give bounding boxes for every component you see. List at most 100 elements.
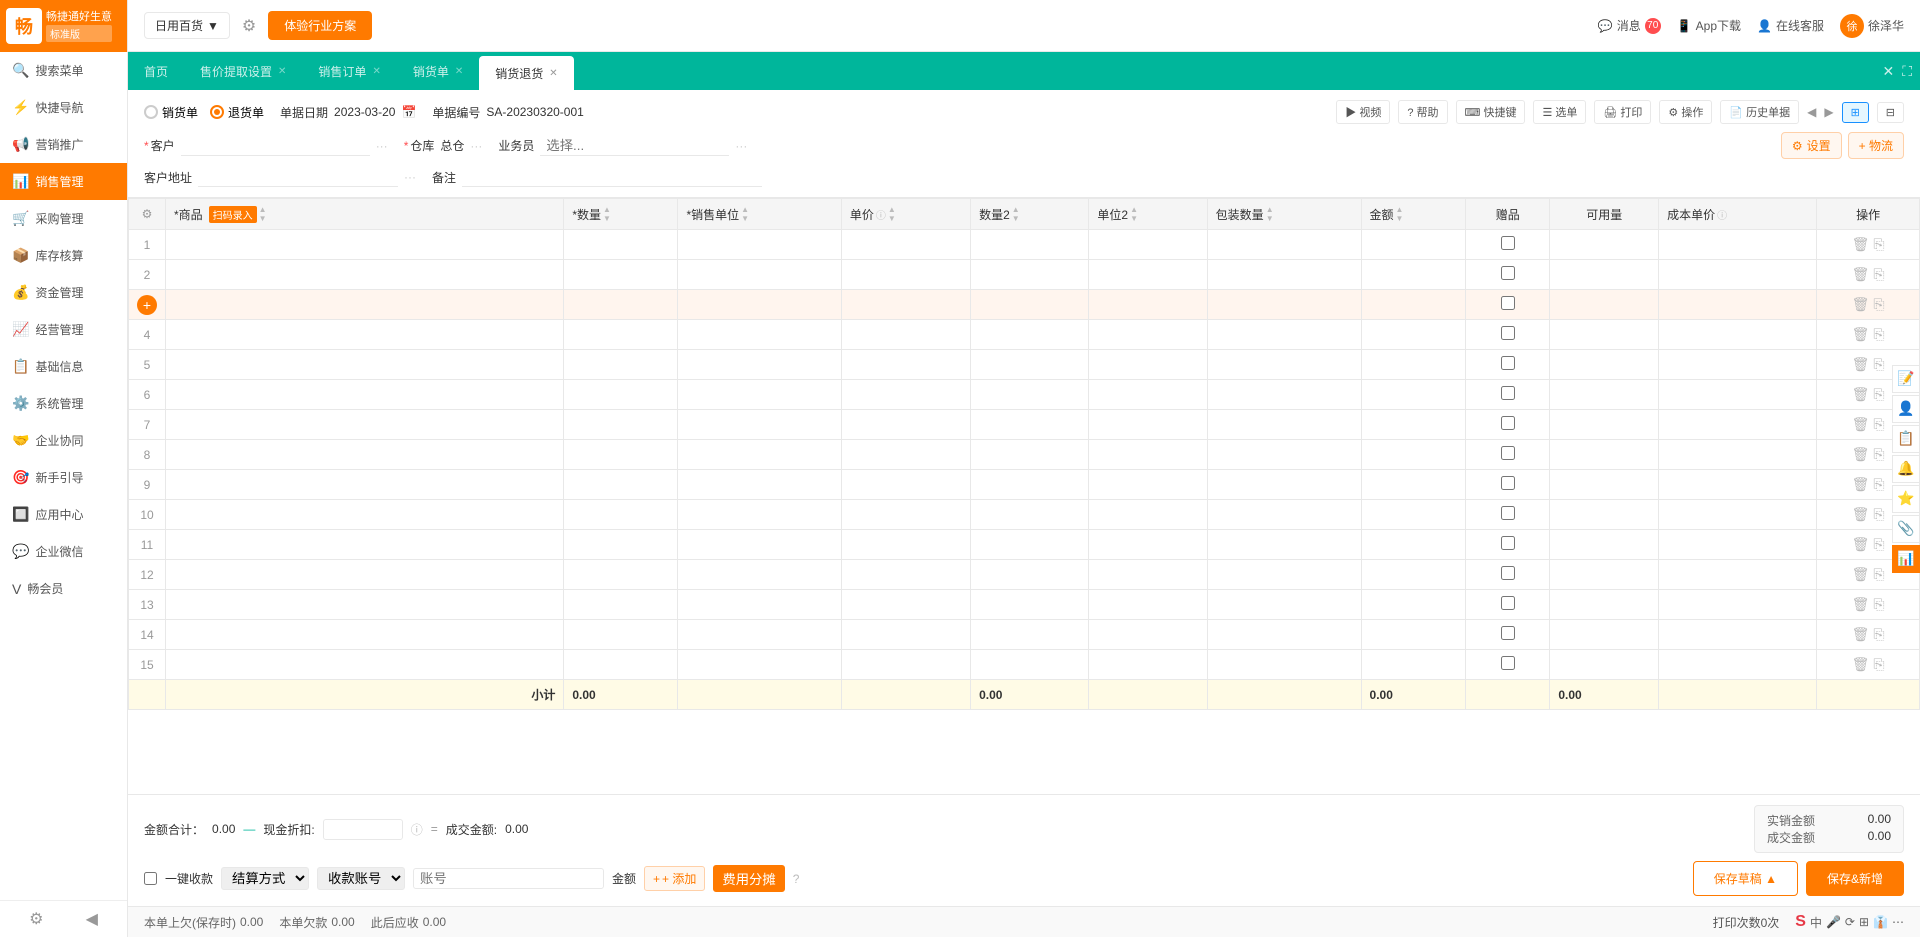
unit2-cell[interactable] <box>1089 230 1207 260</box>
shortcut-btn[interactable]: ⌨ 快捷键 <box>1456 100 1526 124</box>
sidebar-item-apps[interactable]: 🔲 应用中心 <box>0 496 127 533</box>
unit2-cell[interactable] <box>1089 260 1207 290</box>
video-btn[interactable]: ▶ 视频 <box>1336 100 1390 124</box>
gift-checkbox[interactable] <box>1501 596 1515 610</box>
delete-icon[interactable]: 🗑 <box>1852 296 1870 313</box>
gift-checkbox[interactable] <box>1501 296 1515 310</box>
sidebar-item-operation[interactable]: 📈 经营管理 <box>0 311 127 348</box>
delete-icon[interactable]: 🗑 <box>1852 476 1870 493</box>
delete-icon[interactable]: 🗑 <box>1852 236 1870 253</box>
gift-checkbox[interactable] <box>1501 656 1515 670</box>
quantity-cell[interactable] <box>564 290 678 320</box>
copy-icon[interactable]: ⎘ <box>1873 626 1884 643</box>
gift-checkbox[interactable] <box>1501 326 1515 340</box>
message-btn[interactable]: 💬 消息 70 <box>1598 17 1661 34</box>
amount-cell[interactable] <box>1361 260 1466 290</box>
add-row-btn[interactable]: + <box>137 295 157 315</box>
copy-icon[interactable]: ⎘ <box>1873 296 1884 313</box>
settle-select[interactable]: 结算方式 <box>221 867 309 890</box>
sidebar-item-system[interactable]: ⚙️ 系统管理 <box>0 385 127 422</box>
tab-sale-return[interactable]: 销货退货 ✕ <box>479 56 573 90</box>
note-input[interactable] <box>462 167 762 187</box>
footer-icon-3[interactable]: ⟳ <box>1845 915 1855 929</box>
gift-cell[interactable] <box>1466 230 1550 260</box>
qty2-cell[interactable] <box>971 230 1089 260</box>
product-cell[interactable] <box>166 230 564 260</box>
product-cell[interactable] <box>166 260 564 290</box>
tab-sale-price[interactable]: 售价提取设置 ✕ <box>184 52 302 90</box>
float-btn-7-active[interactable]: 📊 <box>1892 545 1920 573</box>
qty2-cell[interactable] <box>971 260 1089 290</box>
settings-bottom-btn[interactable]: ⚙ <box>29 909 43 929</box>
tab-sale-out-close[interactable]: ✕ <box>455 66 463 77</box>
salesperson-select-btn[interactable]: ··· <box>735 139 747 153</box>
save-new-btn[interactable]: 保存&新增 <box>1806 861 1904 896</box>
copy-icon[interactable]: ⎘ <box>1873 596 1884 613</box>
price-cell[interactable] <box>841 260 970 290</box>
sidebar-item-search[interactable]: 🔍 搜索菜单 <box>0 52 127 89</box>
qty2-cell[interactable] <box>971 290 1089 320</box>
pkg-qty-cell[interactable] <box>1207 290 1361 320</box>
industry-select[interactable]: 日用百货 ▼ <box>144 12 230 39</box>
footer-icon-1[interactable]: 中 <box>1810 914 1822 931</box>
gift-checkbox[interactable] <box>1501 386 1515 400</box>
copy-icon[interactable]: ⎘ <box>1873 506 1884 523</box>
copy-icon[interactable]: ⎘ <box>1873 536 1884 553</box>
tab-sale-price-close[interactable]: ✕ <box>278 66 286 77</box>
copy-icon[interactable]: ⎘ <box>1873 656 1884 673</box>
add-btn[interactable]: + + 添加 <box>644 866 705 891</box>
sidebar-item-inventory[interactable]: 📦 库存核算 <box>0 237 127 274</box>
sidebar-item-guide[interactable]: 🎯 新手引导 <box>0 459 127 496</box>
sidebar-item-finance[interactable]: 💰 资金管理 <box>0 274 127 311</box>
fee-split-btn[interactable]: 费用分摊 <box>713 865 784 892</box>
salesperson-input[interactable] <box>540 136 729 156</box>
sidebar-item-purchase[interactable]: 🛒 采购管理 <box>0 200 127 237</box>
unit2-cell[interactable] <box>1089 290 1207 320</box>
sort-arrows-amount[interactable]: ▲▼ <box>1396 205 1404 223</box>
gift-checkbox[interactable] <box>1501 446 1515 460</box>
tab-sale-out[interactable]: 销货单 ✕ <box>397 52 479 90</box>
warehouse-select-btn[interactable]: ··· <box>470 139 482 153</box>
address-select-btn[interactable]: ··· <box>404 170 416 184</box>
calendar-icon[interactable]: 📅 <box>401 105 416 119</box>
sort-arrows-unit2[interactable]: ▲▼ <box>1130 205 1138 223</box>
price-cell[interactable] <box>841 230 970 260</box>
customer-input[interactable] <box>181 136 370 156</box>
sidebar-item-basic[interactable]: 📋 基础信息 <box>0 348 127 385</box>
gift-checkbox[interactable] <box>1501 626 1515 640</box>
gift-checkbox[interactable] <box>1501 266 1515 280</box>
sort-arrows-pkg[interactable]: ▲▼ <box>1266 205 1274 223</box>
operate-btn[interactable]: ⚙ 操作 <box>1659 100 1712 124</box>
user-profile-btn[interactable]: 徐 徐泽华 <box>1840 14 1904 38</box>
sort-arrows-quantity[interactable]: ▲▼ <box>603 205 611 223</box>
unit-cell[interactable] <box>678 290 841 320</box>
tab-home[interactable]: 首页 <box>128 52 184 90</box>
sort-arrows-unit[interactable]: ▲▼ <box>741 205 749 223</box>
sidebar-item-marketing[interactable]: 📢 营销推广 <box>0 126 127 163</box>
footer-icon-5[interactable]: 👔 <box>1873 915 1888 929</box>
gift-checkbox[interactable] <box>1501 506 1515 520</box>
tab-sale-order[interactable]: 销售订单 ✕ <box>302 52 396 90</box>
collapse-btn[interactable]: ◀ <box>86 909 98 929</box>
customer-select-btn[interactable]: ··· <box>376 139 388 153</box>
delete-icon[interactable]: 🗑 <box>1852 596 1870 613</box>
delete-icon[interactable]: 🗑 <box>1852 626 1870 643</box>
next-record-btn[interactable]: ▶ <box>1824 105 1833 119</box>
scan-badge[interactable]: 扫码录入 <box>209 206 257 223</box>
delete-icon[interactable]: 🗑 <box>1852 536 1870 553</box>
sidebar-item-enterprise[interactable]: 🤝 企业协同 <box>0 422 127 459</box>
delete-icon[interactable]: 🗑 <box>1852 446 1870 463</box>
sort-arrows-product[interactable]: ▲▼ <box>259 205 267 223</box>
delete-icon[interactable]: 🗑 <box>1852 326 1870 343</box>
tab-sale-return-close[interactable]: ✕ <box>549 68 557 79</box>
trial-btn[interactable]: 体验行业方案 <box>268 11 372 40</box>
table-settings-icon[interactable]: ⚙ <box>142 207 153 221</box>
gift-checkbox[interactable] <box>1501 566 1515 580</box>
app-download-btn[interactable]: 📱 App下载 <box>1677 17 1741 34</box>
expand-btn[interactable]: ⛶ <box>1902 63 1912 80</box>
tab-sale-order-close[interactable]: ✕ <box>372 66 380 77</box>
sidebar-item-member[interactable]: V 畅会员 <box>0 570 127 607</box>
close-tab-btn[interactable]: ✕ <box>1882 63 1894 80</box>
history-btn[interactable]: 📄 历史单据 <box>1720 100 1799 124</box>
copy-icon[interactable]: ⎘ <box>1873 446 1884 463</box>
